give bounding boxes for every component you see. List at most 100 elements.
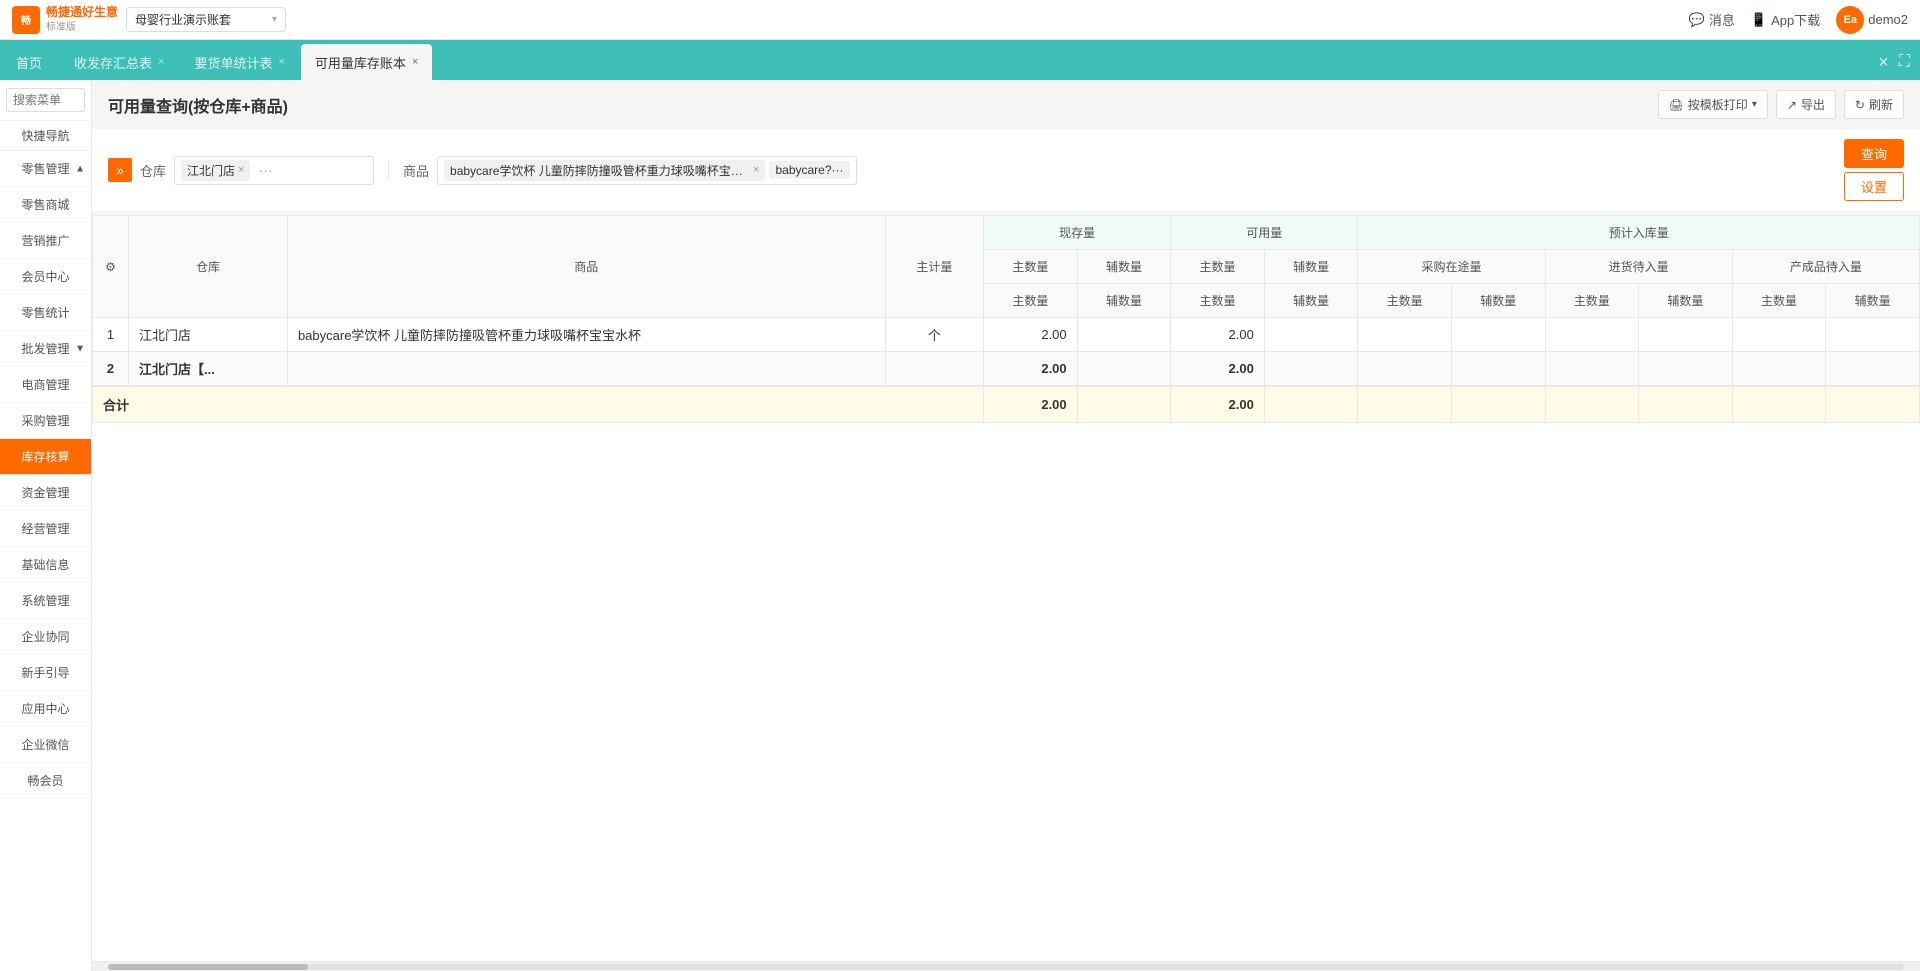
th-available-group: 可用量 bbox=[1171, 216, 1358, 250]
sidebar-item-lingxiao-tongji[interactable]: 零售统计 bbox=[0, 295, 91, 331]
td-av-main-1: 2.00 bbox=[1171, 318, 1265, 352]
sidebar-nav-quicklink[interactable]: 快捷导航 bbox=[0, 121, 91, 151]
brand-logo: 畅 bbox=[12, 6, 40, 34]
footer-av-main: 2.00 bbox=[1171, 386, 1265, 423]
sidebar-item-dianshang[interactable]: 电商管理 bbox=[0, 367, 91, 403]
th-settings: ⚙ bbox=[93, 216, 129, 318]
td-pp-main-1 bbox=[1732, 318, 1826, 352]
footer-pp-main bbox=[1732, 386, 1826, 423]
th-current-aux: 辅数量 bbox=[1077, 250, 1171, 284]
export-icon: ↗ bbox=[1787, 98, 1797, 112]
td-cs-main-1: 2.00 bbox=[984, 318, 1078, 352]
warehouse-more-btn[interactable]: ··· bbox=[254, 162, 276, 178]
sidebar-item-qiye-weixin[interactable]: 企业微信 bbox=[0, 727, 91, 763]
th-pt-main: 主数量 bbox=[1358, 284, 1452, 318]
fullscreen-icon[interactable]: ⛶ bbox=[1899, 53, 1910, 71]
brand: 畅 畅捷通好生意 标准版 bbox=[12, 5, 118, 34]
tab-close-keyongliang[interactable]: × bbox=[412, 56, 418, 68]
warehouse-tag-close[interactable]: × bbox=[238, 164, 244, 176]
search-input[interactable] bbox=[6, 88, 85, 112]
close-all-icon[interactable]: × bbox=[1878, 52, 1889, 73]
product-filter-input[interactable]: babycare学饮杯 儿童防摔防撞吸管杯重力球吸嘴杯宝宝水杯 × babyca… bbox=[437, 156, 856, 185]
sidebar-item-chang-vip[interactable]: 畅会员 bbox=[0, 763, 91, 799]
refresh-btn[interactable]: ↻ 刷新 bbox=[1844, 90, 1904, 119]
scroll-thumb[interactable] bbox=[108, 964, 308, 970]
avatar: Ea bbox=[1836, 6, 1864, 34]
export-btn[interactable]: ↗ 导出 bbox=[1776, 90, 1836, 119]
filter-action-buttons: 查询 设置 bbox=[1844, 139, 1904, 201]
footer-row: 合计 2.00 2.00 bbox=[93, 386, 1920, 423]
app-download-btn[interactable]: 📱 App下载 bbox=[1751, 10, 1820, 29]
sidebar-item-caigou[interactable]: 采购管理 bbox=[0, 403, 91, 439]
message-icon: 💬 bbox=[1689, 12, 1705, 28]
data-table: ⚙ 仓库 商品 主计量 现存量 可用量 预计入库量 主数量 辅数量 主数量 辅数… bbox=[92, 215, 1920, 423]
chevron-icon: ▲ bbox=[75, 163, 85, 174]
td-gp-main-2 bbox=[1545, 352, 1639, 387]
td-pp-aux-1 bbox=[1826, 318, 1920, 352]
tab-keyongliang[interactable]: 可用量库存账本 × bbox=[301, 44, 432, 80]
th-product: 商品 bbox=[287, 216, 885, 318]
th-pp-aux: 辅数量 bbox=[1826, 284, 1920, 318]
th-goods-pending-group: 进货待入量 bbox=[1545, 250, 1732, 284]
sidebar-item-xinshou[interactable]: 新手引导 bbox=[0, 655, 91, 691]
td-av-main-2: 2.00 bbox=[1171, 352, 1265, 387]
chevron-down-icon: ▾ bbox=[272, 14, 277, 25]
sidebar-item-qiye[interactable]: 企业协同 bbox=[0, 619, 91, 655]
th-av-main2: 主数量 bbox=[1171, 284, 1265, 318]
sidebar-item-yingxiao[interactable]: 营销推广 bbox=[0, 223, 91, 259]
filter-divider bbox=[388, 160, 389, 180]
tab-shoufacun[interactable]: 收发存汇总表 × bbox=[60, 44, 178, 80]
top-bar-left: 畅 畅捷通好生意 标准版 母婴行业演示账套 ▾ bbox=[12, 5, 286, 34]
td-pt-aux-2 bbox=[1451, 352, 1545, 387]
td-warehouse-2: 江北门店【... bbox=[129, 352, 288, 387]
warehouse-tag-jiangbei: 江北门店 × bbox=[181, 160, 250, 181]
tab-yaohuo[interactable]: 要货单统计表 × bbox=[180, 44, 298, 80]
footer-pp-aux bbox=[1826, 386, 1920, 423]
footer-label: 合计 bbox=[93, 386, 984, 423]
filter-expand-btn[interactable]: » bbox=[108, 158, 132, 182]
th-planned-in-group: 预计入库量 bbox=[1358, 216, 1920, 250]
messages-btn[interactable]: 💬 消息 bbox=[1689, 10, 1735, 29]
sidebar-item-lingxiao[interactable]: 零售管理 ▲ bbox=[0, 151, 91, 187]
sidebar-item-xitong[interactable]: 系统管理 bbox=[0, 583, 91, 619]
td-cs-aux-1 bbox=[1077, 318, 1171, 352]
query-btn[interactable]: 查询 bbox=[1844, 139, 1904, 168]
dropdown-icon: ▾ bbox=[1752, 99, 1757, 110]
th-cs-main2: 主数量 bbox=[984, 284, 1078, 318]
tab-home[interactable]: 首页 bbox=[0, 44, 58, 80]
table-container: ⚙ 仓库 商品 主计量 现存量 可用量 预计入库量 主数量 辅数量 主数量 辅数… bbox=[92, 215, 1920, 961]
settings-btn[interactable]: 设置 bbox=[1844, 172, 1904, 201]
sidebar-item-zijin[interactable]: 资金管理 bbox=[0, 475, 91, 511]
sidebar-item-jingying[interactable]: 经营管理 bbox=[0, 511, 91, 547]
sidebar-item-kucun[interactable]: 库存核算 bbox=[0, 439, 91, 475]
tab-close-yaohuo[interactable]: × bbox=[278, 56, 284, 68]
tab-close-shoufacun[interactable]: × bbox=[158, 56, 164, 68]
main-layout: 快捷导航 零售管理 ▲ 零售商城 营销推广 会员中心 零售统计 批发管理 ▼ 电… bbox=[0, 80, 1920, 971]
sidebar-item-huiyuan[interactable]: 会员中心 bbox=[0, 259, 91, 295]
warehouse-filter-input[interactable]: 江北门店 × ··· bbox=[174, 156, 374, 185]
warehouse-label: 仓库 bbox=[140, 161, 166, 180]
td-warehouse-1: 江北门店 bbox=[129, 318, 288, 352]
td-gp-aux-1 bbox=[1639, 318, 1733, 352]
th-av-aux2: 辅数量 bbox=[1264, 284, 1358, 318]
td-pt-main-2 bbox=[1358, 352, 1452, 387]
th-pt-aux: 辅数量 bbox=[1451, 284, 1545, 318]
td-pp-aux-2 bbox=[1826, 352, 1920, 387]
sidebar-item-yingyong[interactable]: 应用中心 bbox=[0, 691, 91, 727]
sidebar-item-shangcheng[interactable]: 零售商城 bbox=[0, 187, 91, 223]
horizontal-scrollbar[interactable] bbox=[92, 961, 1920, 971]
th-gp-aux: 辅数量 bbox=[1639, 284, 1733, 318]
sidebar-item-pifa[interactable]: 批发管理 ▼ bbox=[0, 331, 91, 367]
sidebar: 快捷导航 零售管理 ▲ 零售商城 营销推广 会员中心 零售统计 批发管理 ▼ 电… bbox=[0, 80, 92, 971]
user-profile[interactable]: Ea demo2 bbox=[1836, 6, 1908, 34]
store-selector[interactable]: 母婴行业演示账套 ▾ bbox=[126, 7, 286, 32]
footer-cs-main: 2.00 bbox=[984, 386, 1078, 423]
print-template-btn[interactable]: 🖨 按模板打印 ▾ bbox=[1658, 90, 1768, 119]
product-tag-babycare2: babycare?··· bbox=[769, 161, 849, 179]
top-bar: 畅 畅捷通好生意 标准版 母婴行业演示账套 ▾ 💬 消息 📱 App下载 Ea … bbox=[0, 0, 1920, 40]
brand-name: 畅捷通好生意 bbox=[46, 5, 118, 21]
sidebar-item-jichu[interactable]: 基础信息 bbox=[0, 547, 91, 583]
footer-gp-aux bbox=[1639, 386, 1733, 423]
product-tag-close[interactable]: × bbox=[753, 164, 759, 176]
th-avail-main: 主数量 bbox=[1171, 250, 1265, 284]
